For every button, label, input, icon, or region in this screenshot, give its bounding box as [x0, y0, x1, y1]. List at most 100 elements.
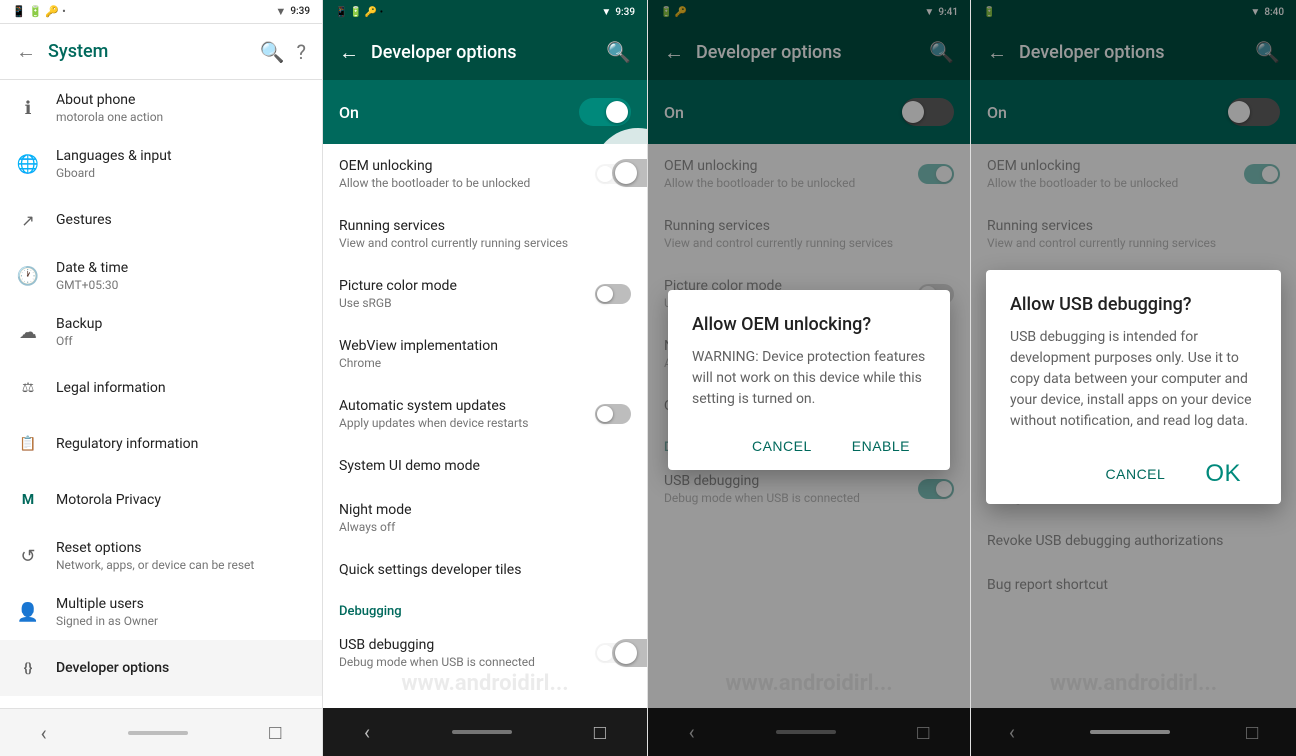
oem-sub-mid: Allow the bootloader to be unlocked: [339, 176, 595, 190]
usb-dialog: Allow USB debugging? USB debugging is in…: [986, 270, 1281, 504]
oem-dialog-actions: Cancel Enable: [692, 430, 926, 462]
oem-title-mid: OEM unlocking: [339, 158, 595, 174]
app-title-mid: Developer options: [371, 42, 594, 63]
back-icon[interactable]: ←: [16, 39, 36, 64]
oem-dialog-content: WARNING: Device protection features will…: [692, 347, 926, 410]
datetime-icon: 🕐: [16, 264, 40, 288]
sidebar-item-reset[interactable]: ↺ Reset options Network, apps, or device…: [0, 528, 322, 584]
usb-cancel-btn[interactable]: Cancel: [1090, 452, 1182, 496]
status-bar-mid: 📱 🔋 🔑 • ▼ 9:39: [323, 0, 647, 24]
right1-panel: 🔋 🔑 ▼ 9:41 ← Developer options 🔍 On OEM …: [648, 0, 971, 756]
recent-nav-mid[interactable]: □: [594, 720, 606, 745]
languages-icon: 🌐: [16, 152, 40, 176]
usb-title-mid: USB debugging: [339, 637, 595, 653]
sidebar-item-gestures[interactable]: ↗ Gestures: [0, 192, 322, 248]
usb-sub-mid: Debug mode when USB is connected: [339, 655, 595, 669]
usb-dialog-actions: Cancel OK: [1010, 452, 1257, 496]
help-icon[interactable]: ?: [297, 40, 306, 64]
about-icon: ℹ: [16, 96, 40, 120]
color-toggle-mid[interactable]: [595, 284, 631, 304]
dev-item-color-mid[interactable]: Picture color mode Use sRGB: [323, 264, 647, 324]
sidebar-item-datetime[interactable]: 🕐 Date & time GMT+05:30: [0, 248, 322, 304]
search-icon-mid[interactable]: 🔍: [606, 40, 631, 64]
nav-bar-left: ‹ □: [0, 708, 322, 756]
back-icon-mid[interactable]: ←: [339, 40, 359, 65]
sidebar-item-regulatory[interactable]: 📋 Regulatory information: [0, 416, 322, 472]
wifi-icon: ▼: [275, 5, 286, 18]
status-bar-left: 📱 🔋 🔑 • ▼ 9:39: [0, 0, 322, 24]
languages-subtitle: Gboard: [56, 166, 306, 180]
nav-bar-mid: ‹ □: [323, 708, 647, 756]
recent-nav-btn[interactable]: □: [269, 720, 281, 745]
about-title: About phone: [56, 92, 306, 108]
oem-dialog-title: Allow OEM unlocking?: [692, 314, 926, 335]
sidebar-item-backup[interactable]: ☁ Backup Off: [0, 304, 322, 360]
backup-subtitle: Off: [56, 334, 306, 348]
app-title: System: [48, 41, 248, 62]
usb-dialog-content: USB debugging is intended for developmen…: [1010, 327, 1257, 432]
notif-icon-mid: 📱 🔋 🔑 •: [335, 7, 383, 18]
notif-icon2: 🔋: [29, 5, 43, 18]
dev-item-demo-mid[interactable]: System UI demo mode: [323, 444, 647, 488]
autoupdate-toggle-mid[interactable]: [595, 404, 631, 424]
reset-icon: ↺: [16, 544, 40, 568]
dev-item-autoupdate-mid[interactable]: Automatic system updates Apply updates w…: [323, 384, 647, 444]
back-nav-mid[interactable]: ‹: [364, 720, 370, 744]
oem-confirm-btn[interactable]: Enable: [836, 430, 926, 462]
about-subtitle: motorola one action: [56, 110, 306, 124]
regulatory-title: Regulatory information: [56, 436, 306, 452]
status-icons-mid: ▼ 9:39: [601, 7, 635, 18]
oem-toggle-circle-mid[interactable]: [612, 159, 648, 187]
gestures-title: Gestures: [56, 212, 306, 228]
sidebar-item-users[interactable]: 👤 Multiple users Signed in as Owner: [0, 584, 322, 640]
oem-cancel-btn[interactable]: Cancel: [736, 430, 828, 462]
usb-dialog-title: Allow USB debugging?: [1010, 294, 1257, 315]
sidebar-item-legal[interactable]: ⚖ Legal information: [0, 360, 322, 416]
datetime-title: Date & time: [56, 260, 306, 276]
privacy-title: Motorola Privacy: [56, 492, 306, 508]
developer-icon: {}: [16, 656, 40, 680]
usb-confirm-btn[interactable]: OK: [1189, 452, 1257, 496]
running-title-mid: Running services: [339, 218, 631, 234]
dev-item-webview-mid[interactable]: WebView implementation Chrome: [323, 324, 647, 384]
color-title-mid: Picture color mode: [339, 278, 595, 294]
home-indicator-mid[interactable]: [452, 730, 512, 734]
reset-subtitle: Network, apps, or device can be reset: [56, 558, 306, 572]
backup-title: Backup: [56, 316, 306, 332]
sidebar-item-about[interactable]: ℹ About phone motorola one action: [0, 80, 322, 136]
search-icon[interactable]: 🔍: [260, 40, 285, 64]
dev-item-quicktiles-mid[interactable]: Quick settings developer tiles: [323, 548, 647, 592]
sidebar-item-developer[interactable]: {} Developer options: [0, 640, 322, 696]
usb-toggle-circle-mid[interactable]: [612, 639, 648, 667]
sidebar-item-updates[interactable]: 📱 System updates Updated to Android 9: [0, 696, 322, 708]
autoupdate-sub-mid: Apply updates when device restarts: [339, 416, 595, 430]
legal-title: Legal information: [56, 380, 306, 396]
mid-panel: 📱 🔋 🔑 • ▼ 9:39 ← Developer options 🔍 On …: [323, 0, 648, 756]
app-bar-mid: ← Developer options 🔍: [323, 24, 647, 80]
running-sub-mid: View and control currently running servi…: [339, 236, 631, 250]
webview-sub-mid: Chrome: [339, 356, 631, 370]
languages-title: Languages & input: [56, 148, 306, 164]
dev-on-label-mid: On: [339, 103, 359, 122]
back-nav-btn[interactable]: ‹: [41, 721, 47, 745]
home-indicator[interactable]: [128, 731, 188, 735]
left-panel: 📱 🔋 🔑 • ▼ 9:39 ← System 🔍 ? ℹ About phon…: [0, 0, 323, 756]
dev-header-mid: On: [323, 80, 647, 144]
dev-list-mid: OEM unlocking Allow the bootloader to be…: [323, 144, 647, 708]
datetime-subtitle: GMT+05:30: [56, 278, 306, 292]
users-icon: 👤: [16, 600, 40, 624]
notif-icon1: 📱: [12, 5, 26, 18]
legal-icon: ⚖: [16, 376, 40, 400]
dev-toggle-mid[interactable]: [579, 98, 631, 126]
notif-dot: •: [62, 5, 66, 18]
time-mid: 9:39: [615, 7, 635, 18]
sidebar-item-languages[interactable]: 🌐 Languages & input Gboard: [0, 136, 322, 192]
dev-item-running-mid[interactable]: Running services View and control curren…: [323, 204, 647, 264]
sidebar-item-privacy[interactable]: M Motorola Privacy: [0, 472, 322, 528]
oem-dialog: Allow OEM unlocking? WARNING: Device pro…: [668, 290, 950, 470]
dev-item-night-mid[interactable]: Night mode Always off: [323, 488, 647, 548]
app-bar-system: ← System 🔍 ?: [0, 24, 322, 80]
users-subtitle: Signed in as Owner: [56, 614, 306, 628]
notif-icon3: 🔑: [45, 5, 59, 18]
night-title-mid: Night mode: [339, 502, 631, 518]
